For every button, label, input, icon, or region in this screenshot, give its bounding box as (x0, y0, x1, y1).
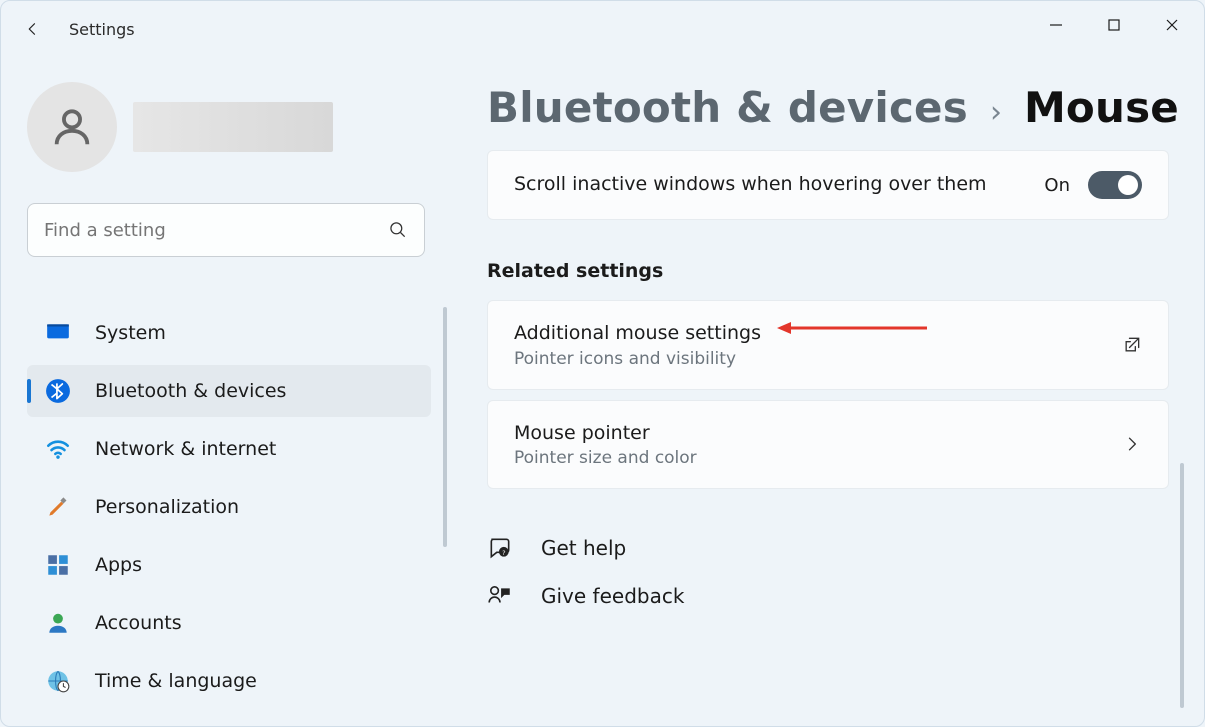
toggle-switch[interactable] (1088, 171, 1142, 199)
app-title: Settings (69, 20, 135, 39)
close-icon (1165, 18, 1179, 32)
close-button[interactable] (1146, 5, 1198, 45)
avatar (27, 82, 117, 172)
breadcrumb-current: Mouse (1024, 83, 1179, 132)
accounts-icon (45, 610, 71, 636)
maximize-icon (1107, 18, 1121, 32)
clock-globe-icon (45, 668, 71, 694)
related-item-subtitle: Pointer size and color (514, 448, 1102, 468)
breadcrumb-separator-icon: › (990, 95, 1002, 130)
sidebar-item-label: Apps (95, 554, 142, 576)
sidebar-item-label: Network & internet (95, 438, 276, 460)
toggle-knob (1118, 175, 1138, 195)
sidebar-item-label: System (95, 322, 166, 344)
breadcrumb-parent[interactable]: Bluetooth & devices (487, 83, 968, 132)
search-box[interactable] (27, 203, 425, 257)
related-item-title: Additional mouse settings (514, 321, 1102, 347)
apps-icon (45, 552, 71, 578)
chevron-right-icon (1122, 434, 1142, 454)
arrow-left-icon (24, 20, 42, 38)
related-settings-heading: Related settings (487, 260, 1184, 282)
paintbrush-icon (45, 494, 71, 520)
titlebar: Settings (1, 1, 1204, 57)
related-item-title: Mouse pointer (514, 421, 1102, 447)
profile-block[interactable] (27, 81, 427, 173)
sidebar-item-accounts[interactable]: Accounts (27, 597, 431, 649)
nav-list: System Bluetooth & devices Network & int… (27, 307, 431, 707)
sidebar-item-label: Personalization (95, 496, 239, 518)
help-link-label: Get help (541, 536, 626, 560)
related-item-subtitle: Pointer icons and visibility (514, 349, 1102, 369)
svg-text:?: ? (502, 549, 505, 557)
feedback-icon (487, 583, 513, 609)
sidebar: System Bluetooth & devices Network & int… (27, 81, 427, 726)
sidebar-item-label: Time & language (95, 670, 257, 692)
get-help-link[interactable]: ? Get help (487, 535, 1184, 561)
help-chat-icon: ? (487, 535, 513, 561)
bluetooth-icon (45, 378, 71, 404)
back-button[interactable] (9, 5, 57, 53)
toggle-state-label: On (1044, 175, 1070, 196)
help-link-label: Give feedback (541, 584, 684, 608)
sidebar-item-network[interactable]: Network & internet (27, 423, 431, 475)
wifi-icon (45, 436, 71, 462)
minimize-button[interactable] (1030, 5, 1082, 45)
sidebar-item-system[interactable]: System (27, 307, 431, 359)
sidebar-item-label: Bluetooth & devices (95, 380, 286, 402)
minimize-icon (1049, 18, 1063, 32)
search-input[interactable] (44, 220, 388, 241)
sidebar-item-apps[interactable]: Apps (27, 539, 431, 591)
breadcrumb: Bluetooth & devices › Mouse (487, 83, 1184, 132)
give-feedback-link[interactable]: Give feedback (487, 583, 1184, 609)
profile-name-redacted (133, 102, 333, 152)
sidebar-item-bluetooth-devices[interactable]: Bluetooth & devices (27, 365, 431, 417)
maximize-button[interactable] (1088, 5, 1140, 45)
main-scrollbar[interactable] (1180, 463, 1184, 708)
related-mouse-pointer[interactable]: Mouse pointer Pointer size and color (487, 400, 1169, 490)
search-icon (388, 220, 408, 240)
setting-title: Scroll inactive windows when hovering ov… (514, 172, 1024, 198)
monitor-icon (45, 320, 71, 346)
help-links: ? Get help Give feedback (487, 535, 1184, 609)
window-controls (1030, 5, 1198, 45)
person-icon (49, 104, 95, 150)
sidebar-scrollbar[interactable] (443, 307, 447, 547)
open-external-icon (1122, 335, 1142, 355)
setting-scroll-inactive[interactable]: Scroll inactive windows when hovering ov… (487, 150, 1169, 220)
sidebar-item-time-language[interactable]: Time & language (27, 655, 431, 707)
sidebar-item-personalization[interactable]: Personalization (27, 481, 431, 533)
related-additional-mouse-settings[interactable]: Additional mouse settings Pointer icons … (487, 300, 1169, 390)
sidebar-item-label: Accounts (95, 612, 182, 634)
main-content: Bluetooth & devices › Mouse Scroll inact… (487, 83, 1184, 726)
